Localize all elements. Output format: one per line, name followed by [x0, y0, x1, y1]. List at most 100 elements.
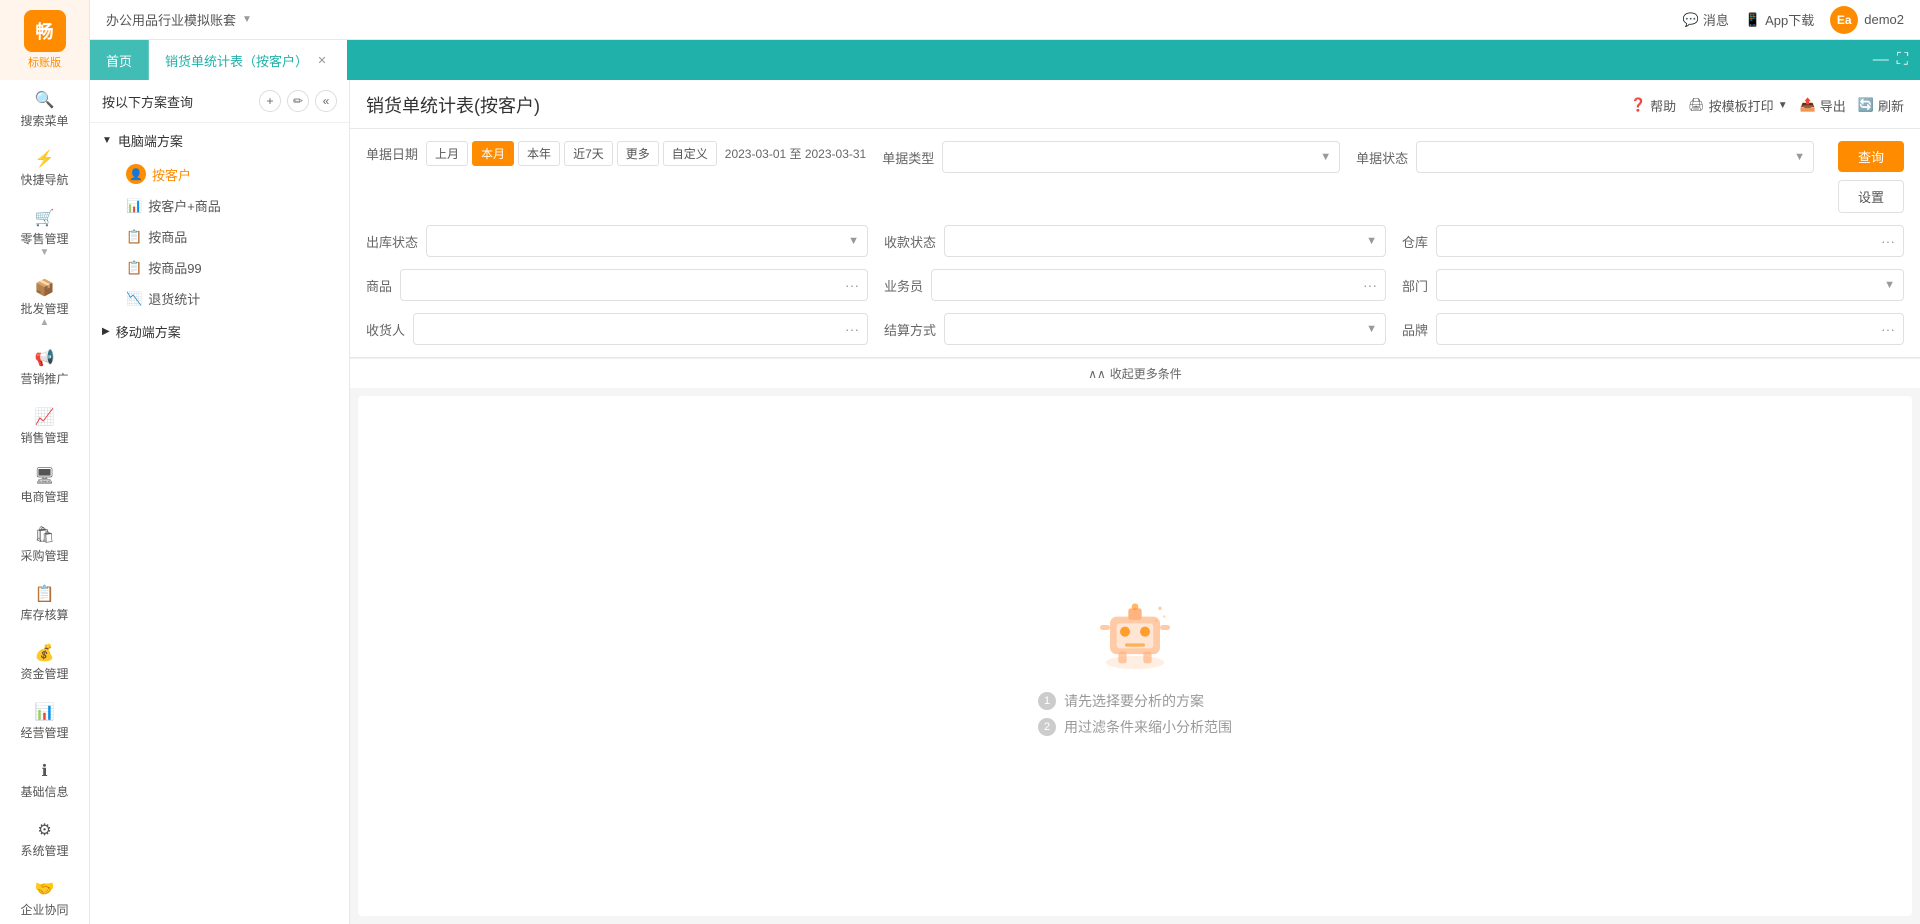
goods-control[interactable]: ··· [400, 269, 868, 301]
chart-icon: 📉 [126, 291, 142, 307]
sidebar-item-purchase[interactable]: 🛍 采购管理 [0, 515, 89, 574]
export-button[interactable]: 📤 导出 [1800, 96, 1846, 115]
brand-label: 品牌 [1402, 320, 1428, 339]
bar-chart-icon: 📊 [126, 198, 142, 214]
chevron-down-icon: ▼ [848, 235, 859, 247]
tree-item-by-customer[interactable]: 👤 按客户 [90, 158, 349, 190]
payment-status-control[interactable]: ▼ [944, 225, 1386, 257]
wholesale-icon: 📦 [35, 278, 55, 298]
settlement-control[interactable]: ▼ [944, 313, 1386, 345]
sidebar-item-label: 系统管理 [20, 842, 68, 859]
collapse-bar[interactable]: ∧∧ 收起更多条件 [350, 358, 1920, 388]
export-label: 导出 [1820, 96, 1846, 115]
purchase-icon: 🛍 [34, 525, 54, 545]
order-type-control[interactable]: ▼ [942, 141, 1340, 173]
warehouse-control[interactable]: ··· [1436, 225, 1904, 257]
out-status-control[interactable]: ▼ [426, 225, 868, 257]
collapse-panel-button[interactable]: « [315, 90, 337, 112]
sidebar: 畅 标账版 🔍 搜索菜单 ⚡ 快捷导航 🛒 零售管理 ▼ 📦 批发管理 ▲ 📢 … [0, 0, 90, 924]
tree-item-label: 退货统计 [148, 289, 200, 308]
system-icon: ⚙ [37, 820, 51, 840]
dept-filter: 部门 ▼ [1402, 269, 1904, 301]
dept-label: 部门 [1402, 276, 1428, 295]
recipient-control[interactable]: ··· [413, 313, 868, 345]
app-download-button[interactable]: 📱 App下载 [1745, 10, 1814, 29]
sidebar-item-wholesale[interactable]: 📦 批发管理 ▲ [0, 268, 89, 338]
dept-control[interactable]: ▼ [1436, 269, 1904, 301]
print-icon: 🖨 [1688, 97, 1705, 113]
sidebar-item-operation[interactable]: 📊 经营管理 [0, 692, 89, 751]
topbar: 办公用品行业模拟账套 ▼ 💬 消息 📱 App下载 Ea demo2 [90, 0, 1920, 40]
sidebar-item-label: 电商管理 [20, 488, 68, 505]
sidebar-item-label: 经营管理 [20, 724, 68, 741]
salesperson-control[interactable]: ··· [931, 269, 1386, 301]
sidebar-item-label: 资金管理 [20, 665, 68, 682]
recipient-label: 收货人 [366, 320, 405, 339]
home-label: 首页 [106, 51, 132, 70]
tree-item-by-goods[interactable]: 📋 按商品 [90, 221, 349, 252]
more-options-icon[interactable]: ··· [1881, 321, 1895, 337]
main-area: 办公用品行业模拟账套 ▼ 💬 消息 📱 App下载 Ea demo2 首页 销货… [90, 0, 1920, 924]
payment-status-filter: 收款状态 ▼ [884, 225, 1386, 257]
user-menu[interactable]: Ea demo2 [1830, 6, 1904, 34]
tab-maximize-icon[interactable]: ⛶ [1897, 51, 1908, 69]
sidebar-item-shortcut[interactable]: ⚡ 快捷导航 [0, 139, 89, 198]
step2-label: 用过滤条件来缩小分析范围 [1064, 717, 1232, 737]
page-header: 销货单统计表(按客户) ❓ 帮助 🖨 按模板打印 ▼ 📤 [350, 80, 1920, 129]
sidebar-item-retail[interactable]: 🛒 零售管理 ▼ [0, 198, 89, 268]
tree-item-by-goods99[interactable]: 📋 按商品99 [90, 252, 349, 283]
edit-scheme-button[interactable]: ✏ [287, 90, 309, 112]
payment-status-label: 收款状态 [884, 232, 936, 251]
last7days-btn[interactable]: 近7天 [564, 141, 613, 166]
query-button[interactable]: 查询 [1838, 141, 1904, 172]
sidebar-item-cooperation[interactable]: 🤝 企业协同 [0, 869, 89, 924]
more-options-icon[interactable]: ··· [845, 321, 859, 337]
tree-group-pc[interactable]: ▼ 电脑端方案 [90, 123, 349, 158]
custom-btn[interactable]: 自定义 [663, 141, 717, 166]
tab-sales-stat[interactable]: 销货单统计表（按客户） ✕ [149, 40, 347, 80]
sidebar-item-label: 搜索菜单 [20, 112, 68, 129]
chevron-right-icon: ▶ [102, 326, 110, 337]
tree-group-pc-label: 电脑端方案 [118, 131, 183, 150]
last-month-btn[interactable]: 上月 [426, 141, 468, 166]
tree-group-mobile-label: 移动端方案 [116, 322, 181, 341]
more-options-icon[interactable]: ··· [1881, 233, 1895, 249]
setting-button[interactable]: 设置 [1838, 180, 1904, 213]
action-buttons: 查询 设置 [1838, 141, 1904, 213]
goods-filter: 商品 ··· [366, 269, 868, 301]
tree-item-refund-stat[interactable]: 📉 退货统计 [90, 283, 349, 314]
add-scheme-button[interactable]: + [259, 90, 281, 112]
sidebar-item-system[interactable]: ⚙ 系统管理 [0, 810, 89, 869]
industry-selector[interactable]: 办公用品行业模拟账套 ▼ [106, 10, 252, 29]
sidebar-item-search[interactable]: 🔍 搜索菜单 [0, 80, 89, 139]
left-panel-title: 按以下方案查询 [102, 92, 193, 111]
message-button[interactable]: 💬 消息 [1683, 10, 1729, 29]
more-options-icon[interactable]: ··· [1363, 277, 1377, 293]
more-btn[interactable]: 更多 [617, 141, 659, 166]
sidebar-item-finance[interactable]: 💰 资金管理 [0, 633, 89, 692]
tab-close-icon[interactable]: ✕ [314, 52, 330, 68]
sidebar-item-label: 基础信息 [20, 783, 68, 800]
sidebar-item-basic[interactable]: ℹ 基础信息 [0, 751, 89, 810]
help-button[interactable]: ❓ 帮助 [1630, 96, 1676, 115]
brand-control[interactable]: ··· [1436, 313, 1904, 345]
more-options-icon[interactable]: ··· [845, 277, 859, 293]
this-year-btn[interactable]: 本年 [518, 141, 560, 166]
tree-item-by-customer-goods[interactable]: 📊 按客户+商品 [90, 190, 349, 221]
chevron-up-icon: ▲ [40, 317, 50, 328]
avatar: Ea [1830, 6, 1858, 34]
sidebar-item-inventory[interactable]: 📋 库存核算 [0, 574, 89, 633]
refresh-button[interactable]: 🔄 刷新 [1858, 96, 1904, 115]
chevron-down-icon: ▼ [1884, 279, 1895, 291]
tree-group-mobile[interactable]: ▶ 移动端方案 [90, 314, 349, 349]
tab-home[interactable]: 首页 [90, 40, 149, 80]
warehouse-filter: 仓库 ··· [1402, 225, 1904, 257]
tab-minimize-icon[interactable]: — [1873, 51, 1889, 69]
print-button[interactable]: 🖨 按模板打印 ▼ [1688, 96, 1787, 115]
this-month-btn[interactable]: 本月 [472, 141, 514, 166]
order-status-control[interactable]: ▼ [1416, 141, 1814, 173]
sidebar-item-marketing[interactable]: 📢 营销推广 [0, 338, 89, 397]
salesperson-label: 业务员 [884, 276, 923, 295]
sidebar-item-sales[interactable]: 📈 销售管理 [0, 397, 89, 456]
sidebar-item-ecommerce[interactable]: 🖥 电商管理 [0, 456, 89, 515]
